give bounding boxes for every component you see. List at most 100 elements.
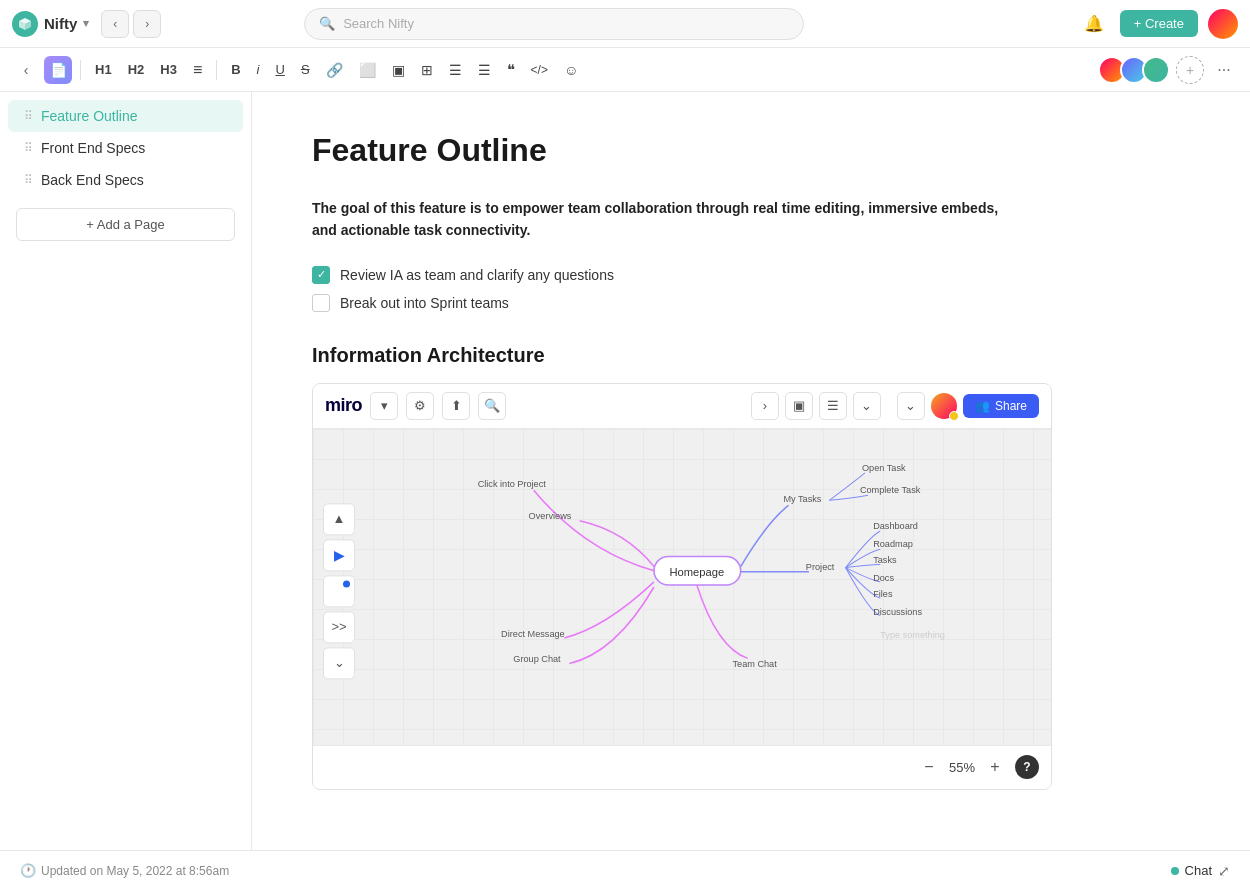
label-mytasks: My Tasks bbox=[783, 494, 821, 504]
emoji-button[interactable]: ☺ bbox=[558, 56, 584, 84]
toolbar-right: + ··· bbox=[1098, 56, 1238, 84]
image2-button[interactable]: ▣ bbox=[386, 56, 411, 84]
strikethrough-button[interactable]: S bbox=[295, 56, 316, 84]
miro-tool-cursor[interactable]: ▶ bbox=[323, 539, 355, 571]
branch-click-project bbox=[534, 490, 654, 571]
miro-grid-btn[interactable]: ☰ bbox=[819, 392, 847, 420]
label-overviews: Overviews bbox=[529, 510, 572, 520]
label-dm: Direct Message bbox=[501, 629, 565, 639]
sidebar-item-backend-specs[interactable]: ⠿ Back End Specs bbox=[8, 164, 243, 196]
expand-icon[interactable]: ⤢ bbox=[1218, 863, 1230, 879]
chat-dot bbox=[1171, 867, 1179, 875]
nav-back-btn[interactable]: ‹ bbox=[101, 10, 129, 38]
link-button[interactable]: 🔗 bbox=[320, 56, 349, 84]
nav-forward-btn[interactable]: › bbox=[133, 10, 161, 38]
miro-share-button[interactable]: 👥 Share bbox=[963, 394, 1039, 418]
content-area: Feature Outline The goal of this feature… bbox=[252, 92, 1250, 850]
h3-button[interactable]: H3 bbox=[154, 56, 183, 84]
clock-icon: 🕐 bbox=[20, 863, 36, 878]
search-placeholder: Search Nifty bbox=[343, 16, 414, 31]
chat-indicator[interactable]: Chat ⤢ bbox=[1171, 863, 1230, 879]
add-collaborator-button[interactable]: + bbox=[1176, 56, 1204, 84]
collab-avatars bbox=[1098, 56, 1170, 84]
sidebar-item-frontend-specs[interactable]: ⠿ Front End Specs bbox=[8, 132, 243, 164]
notifications-bell[interactable]: 🔔 bbox=[1078, 8, 1110, 40]
miro-upload-btn[interactable]: ⬆ bbox=[442, 392, 470, 420]
miro-more-btn[interactable]: ⌄ bbox=[853, 392, 881, 420]
drag-handle: ⠿ bbox=[24, 141, 33, 155]
label-open-task: Open Task bbox=[862, 463, 906, 473]
checkbox-2[interactable] bbox=[312, 294, 330, 312]
page-title: Feature Outline bbox=[312, 132, 1190, 169]
sidebar-item-label: Feature Outline bbox=[41, 108, 138, 124]
sidebar-item-label: Back End Specs bbox=[41, 172, 144, 188]
center-node-label: Homepage bbox=[669, 566, 724, 578]
label-type-something: Type something bbox=[880, 630, 945, 640]
add-page-button[interactable]: + Add a Page bbox=[16, 208, 235, 241]
label-project: Project bbox=[806, 561, 835, 571]
miro-user-area bbox=[931, 393, 957, 419]
image-button[interactable]: ⬜ bbox=[353, 56, 382, 84]
create-button[interactable]: + Create bbox=[1120, 10, 1198, 37]
h2-button[interactable]: H2 bbox=[122, 56, 151, 84]
miro-toolbar: miro ▾ ⚙ ⬆ 🔍 › ▣ ☰ ⌄ ⌄ bbox=[313, 384, 1051, 429]
mindmap-area: Homepage Click into Project Overviews My… bbox=[363, 429, 1051, 745]
user-avatar[interactable] bbox=[1208, 9, 1238, 39]
miro-avatar-badge bbox=[949, 411, 959, 421]
zoom-in-button[interactable]: + bbox=[983, 755, 1007, 779]
miro-tool-up[interactable]: ▲ bbox=[323, 503, 355, 535]
miro-left-tools: ▲ ▶ >> ⌄ bbox=[323, 503, 355, 679]
zoom-out-button[interactable]: − bbox=[917, 755, 941, 779]
miro-tool-dot[interactable] bbox=[323, 575, 355, 607]
label-group-chat: Group Chat bbox=[513, 654, 561, 664]
miro-dropdown-btn[interactable]: ▾ bbox=[370, 392, 398, 420]
miro-tool-expand[interactable]: >> bbox=[323, 611, 355, 643]
label-click-project: Click into Project bbox=[478, 479, 547, 489]
miro-user-avatar[interactable] bbox=[931, 393, 957, 419]
code-button[interactable]: </> bbox=[525, 56, 554, 84]
doc-avatar: 📄 bbox=[44, 56, 72, 84]
miro-search-btn[interactable]: 🔍 bbox=[478, 392, 506, 420]
app-logo[interactable]: Nifty ▾ bbox=[12, 11, 89, 37]
drag-handle: ⠿ bbox=[24, 109, 33, 123]
cursor-dot bbox=[343, 580, 350, 587]
zoom-help-button[interactable]: ? bbox=[1015, 755, 1039, 779]
mindmap-svg: Homepage Click into Project Overviews My… bbox=[363, 429, 1051, 745]
checkbox-1[interactable]: ✓ bbox=[312, 266, 330, 284]
bold-button[interactable]: B bbox=[225, 56, 246, 84]
underline-button[interactable]: U bbox=[270, 56, 291, 84]
h1-button[interactable]: H1 bbox=[89, 56, 118, 84]
sidebar-item-feature-outline[interactable]: ⠿ Feature Outline bbox=[8, 100, 243, 132]
section-title: Information Architecture bbox=[312, 344, 1190, 367]
miro-settings-btn[interactable]: ⚙ bbox=[406, 392, 434, 420]
table-button[interactable]: ⊞ bbox=[415, 56, 439, 84]
app-dropdown-arrow[interactable]: ▾ bbox=[83, 17, 89, 30]
label-roadmap: Roadmap bbox=[873, 539, 913, 549]
miro-nav-btn[interactable]: › bbox=[751, 392, 779, 420]
label-dashboard: Dashboard bbox=[873, 521, 918, 531]
italic-button[interactable]: i bbox=[251, 56, 266, 84]
quote-button[interactable]: ❝ bbox=[501, 56, 521, 84]
miro-collapse-btn[interactable]: ⌄ bbox=[897, 392, 925, 420]
miro-toolbar-mid: › ▣ ☰ ⌄ bbox=[751, 392, 881, 420]
miro-tool-down[interactable]: ⌄ bbox=[323, 647, 355, 679]
label-files: Files bbox=[873, 589, 893, 599]
status-bar: 🕐 Updated on May 5, 2022 at 8:56am Chat … bbox=[0, 850, 1250, 890]
miro-canvas[interactable]: ▲ ▶ >> ⌄ Homepage C bbox=[313, 429, 1051, 789]
miro-present-btn[interactable]: ▣ bbox=[785, 392, 813, 420]
branch-dm bbox=[564, 582, 654, 638]
bullet-button[interactable]: ☰ bbox=[443, 56, 468, 84]
search-bar[interactable]: 🔍 Search Nifty bbox=[304, 8, 804, 40]
numbered-button[interactable]: ☰ bbox=[472, 56, 497, 84]
more-options-button[interactable]: ··· bbox=[1210, 56, 1238, 84]
main-layout: ⠿ Feature Outline ⠿ Front End Specs ⠿ Ba… bbox=[0, 92, 1250, 850]
align-button[interactable]: ≡ bbox=[187, 56, 208, 84]
miro-embed: miro ▾ ⚙ ⬆ 🔍 › ▣ ☰ ⌄ ⌄ bbox=[312, 383, 1052, 790]
branch-mytasks bbox=[741, 505, 789, 566]
share-icon: 👥 bbox=[975, 399, 990, 413]
app-name: Nifty bbox=[44, 15, 77, 32]
doc-back-btn[interactable]: ‹ bbox=[12, 56, 40, 84]
divider-1 bbox=[80, 60, 81, 80]
checklist: ✓ Review IA as team and clarify any ques… bbox=[312, 266, 1190, 312]
collab-avatar-3[interactable] bbox=[1142, 56, 1170, 84]
